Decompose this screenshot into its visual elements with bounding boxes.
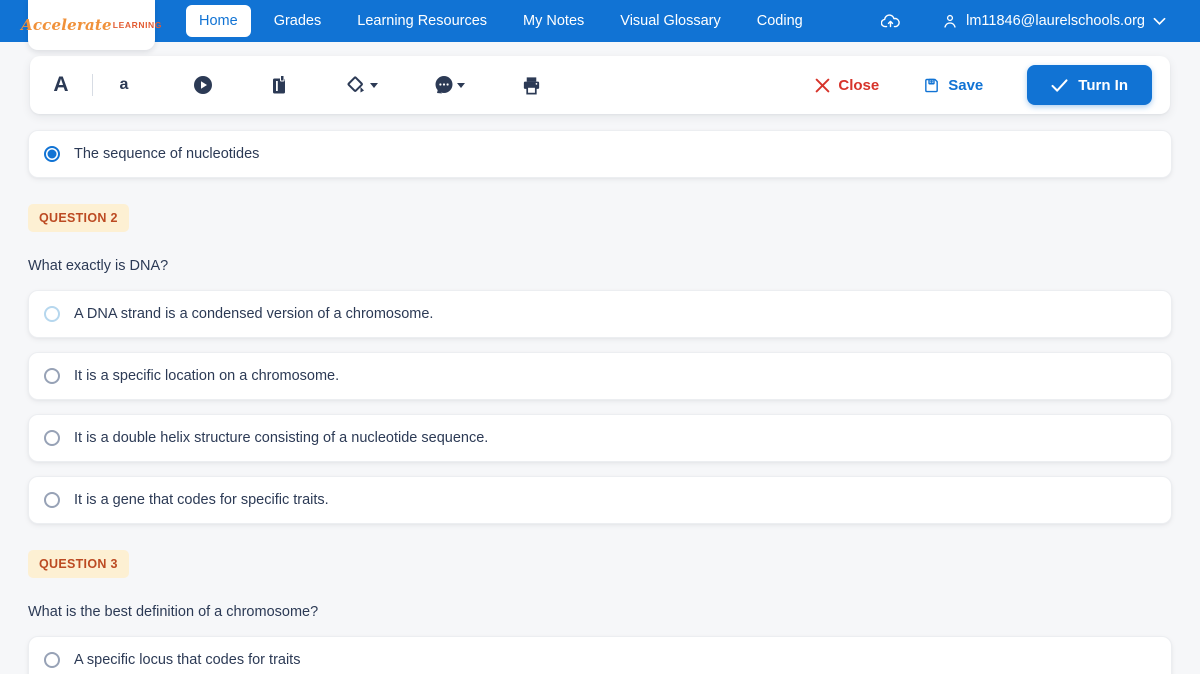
radio-button[interactable]	[44, 492, 60, 508]
answer-option[interactable]: A specific locus that codes for traits	[28, 636, 1172, 674]
option-label: It is a gene that codes for specific tra…	[74, 492, 329, 508]
close-icon	[816, 78, 830, 92]
answer-option[interactable]: The sequence of nucleotides	[28, 130, 1172, 178]
comments-button[interactable]	[434, 75, 465, 95]
comments-icon	[435, 76, 453, 94]
turn-in-label: Turn In	[1078, 76, 1128, 94]
nav-item-learning-resources[interactable]: Learning Resources	[344, 5, 500, 37]
option-label: The sequence of nucleotides	[74, 146, 260, 162]
question-badge: QUESTION 2	[28, 204, 129, 232]
account-menu[interactable]: lm11846@laurelschools.org	[942, 13, 1166, 29]
play-icon	[194, 76, 212, 94]
dropdown-caret	[457, 82, 465, 88]
check-icon	[1051, 78, 1068, 92]
highlight-color-button[interactable]	[345, 74, 378, 96]
turn-in-button[interactable]: Turn In	[1027, 65, 1152, 105]
question-badge: QUESTION 3	[28, 550, 129, 578]
options-list: The sequence of nucleotides	[28, 130, 1172, 178]
save-button[interactable]: Save	[923, 77, 983, 94]
option-label: A specific locus that codes for traits	[74, 652, 301, 668]
options-list: A DNA strand is a condensed version of a…	[28, 290, 1172, 524]
dropdown-caret	[370, 82, 378, 88]
option-label: It is a specific location on a chromosom…	[74, 368, 340, 384]
question-text: What exactly is DNA?	[28, 258, 169, 274]
nav-item-my-notes[interactable]: My Notes	[510, 5, 597, 37]
font-decrease-button[interactable]: a	[111, 76, 137, 94]
close-button[interactable]: Close	[815, 77, 879, 94]
toolbar-divider	[92, 74, 93, 96]
print-button[interactable]	[521, 75, 542, 96]
assignment-content: The sequence of nucleotides QUESTION 2 W…	[0, 130, 1200, 674]
brand-name-caps: LEARNING	[112, 20, 162, 30]
radio-button[interactable]	[44, 306, 60, 322]
answer-option[interactable]: It is a gene that codes for specific tra…	[28, 476, 1172, 524]
workbook-button[interactable]	[269, 74, 289, 96]
nav-item-grades[interactable]: Grades	[261, 5, 335, 37]
save-label: Save	[948, 76, 984, 94]
answer-option[interactable]: A DNA strand is a condensed version of a…	[28, 290, 1172, 338]
workbook-icon	[273, 75, 285, 94]
radio-button[interactable]	[44, 430, 60, 446]
nav-item-coding[interactable]: Coding	[744, 5, 816, 37]
radio-button[interactable]	[44, 146, 60, 162]
question-block: QUESTION 2 What exactly is DNA? A DNA st…	[28, 178, 1172, 524]
option-label: A DNA strand is a condensed version of a…	[74, 306, 434, 322]
print-icon	[523, 76, 540, 94]
toolbar-left-group: A a	[48, 73, 542, 97]
toolbar: A a Close Save Turn In	[30, 56, 1170, 114]
account-email: lm11846@laurelschools.org	[966, 13, 1145, 29]
answer-option[interactable]: It is a double helix structure consistin…	[28, 414, 1172, 462]
nav-item-home[interactable]: Home	[186, 5, 251, 37]
chevron-down-icon	[1153, 17, 1166, 25]
brand-logo[interactable]: Accelerate LEARNING	[21, 0, 161, 50]
play-audio-button[interactable]	[193, 75, 213, 95]
toolbar-right-group: Close Save Turn In	[815, 65, 1152, 105]
answer-option[interactable]: It is a specific location on a chromosom…	[28, 352, 1172, 400]
nav-item-visual-glossary[interactable]: Visual Glossary	[607, 5, 733, 37]
options-list: A specific locus that codes for traits	[28, 636, 1172, 674]
radio-button[interactable]	[44, 368, 60, 384]
save-icon	[925, 78, 939, 92]
close-label: Close	[838, 76, 880, 94]
question-text: What is the best definition of a chromos…	[28, 604, 319, 620]
radio-button[interactable]	[44, 652, 60, 668]
highlight-color-icon	[347, 76, 364, 93]
user-icon	[944, 14, 956, 28]
font-increase-button[interactable]: A	[48, 73, 74, 97]
cloud-sync-icon[interactable]	[881, 13, 900, 29]
brand-name-script: Accelerate	[21, 16, 112, 34]
option-label: It is a double helix structure consistin…	[74, 430, 489, 446]
main-nav: Home Grades Learning Resources My Notes Visu…	[186, 5, 816, 37]
header-right: lm11846@laurelschools.org	[881, 13, 1200, 29]
question-block: QUESTION 3 What is the best definition o…	[28, 524, 1172, 674]
question-block: The sequence of nucleotides	[28, 130, 1172, 178]
app-header: Accelerate LEARNING Home Grades Learning Re…	[0, 0, 1200, 50]
